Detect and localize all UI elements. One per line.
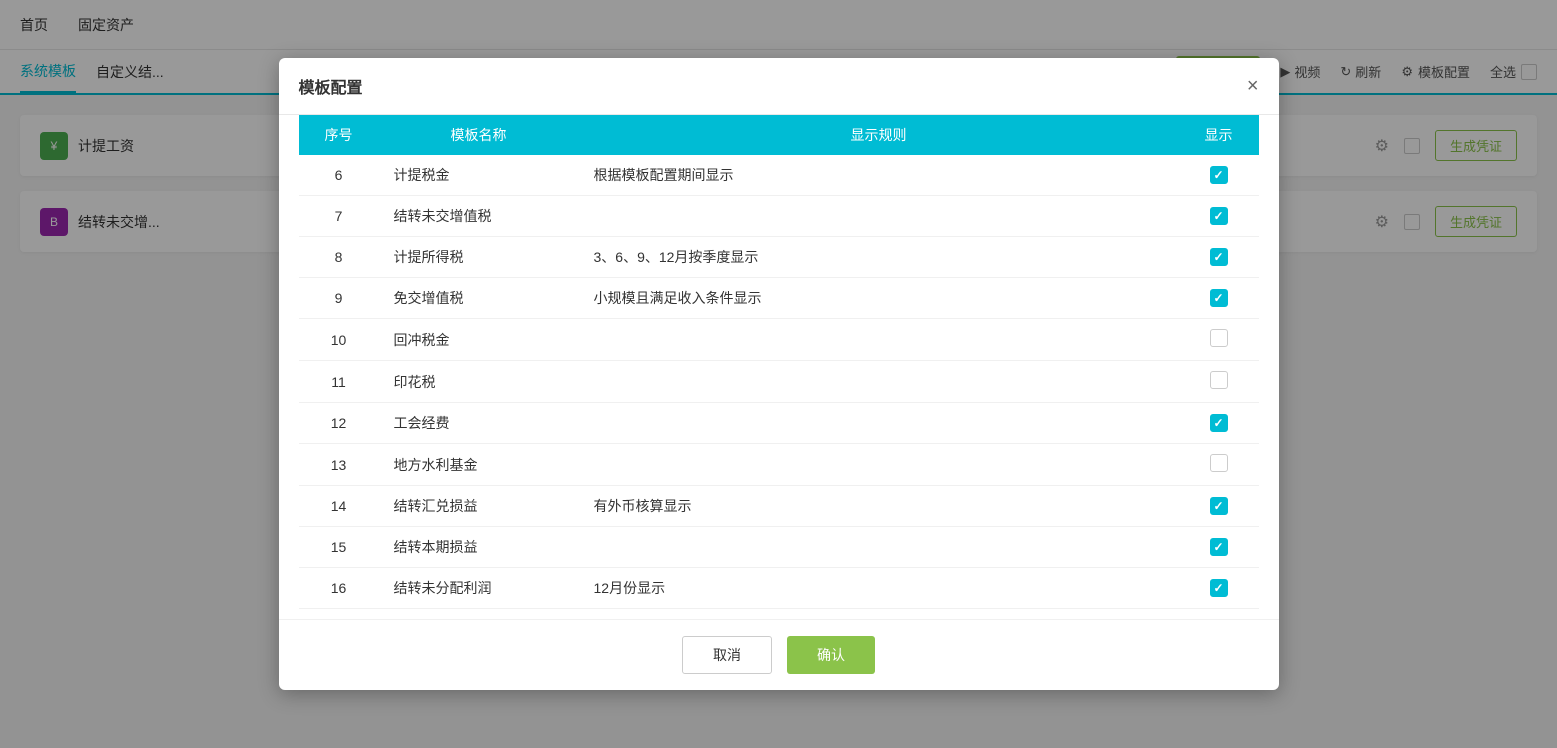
row-rule xyxy=(579,361,1179,403)
row-rule xyxy=(579,527,1179,568)
row-checkbox-cell xyxy=(1179,319,1259,361)
row-name: 印花税 xyxy=(379,361,579,403)
row-rule xyxy=(579,196,1179,237)
row-checkbox[interactable] xyxy=(1210,248,1228,266)
row-checkbox-cell xyxy=(1179,196,1259,237)
col-header-seq: 序号 xyxy=(299,115,379,155)
row-checkbox-cell xyxy=(1179,237,1259,278)
row-name: 结转本期损益 xyxy=(379,527,579,568)
row-checkbox[interactable] xyxy=(1210,289,1228,307)
col-header-show: 显示 xyxy=(1179,115,1259,155)
row-rule xyxy=(579,403,1179,444)
row-seq: 11 xyxy=(299,361,379,403)
modal-close-button[interactable]: × xyxy=(1247,76,1259,96)
row-checkbox-cell xyxy=(1179,444,1259,486)
row-name: 结转未交增值税 xyxy=(379,196,579,237)
row-seq: 16 xyxy=(299,568,379,609)
row-checkbox[interactable] xyxy=(1210,579,1228,597)
row-checkbox-cell xyxy=(1179,361,1259,403)
row-checkbox[interactable] xyxy=(1210,329,1228,347)
row-seq: 13 xyxy=(299,444,379,486)
table-row: 7结转未交增值税 xyxy=(299,196,1259,237)
col-header-name: 模板名称 xyxy=(379,115,579,155)
row-seq: 9 xyxy=(299,278,379,319)
row-name: 免交增值税 xyxy=(379,278,579,319)
row-checkbox-cell xyxy=(1179,486,1259,527)
modal-header: 模板配置 × xyxy=(279,58,1279,115)
table-header: 序号 模板名称 显示规则 显示 xyxy=(299,115,1259,155)
row-name: 计提所得税 xyxy=(379,237,579,278)
confirm-button[interactable]: 确认 xyxy=(787,636,875,674)
row-rule: 小规模且满足收入条件显示 xyxy=(579,278,1179,319)
row-checkbox[interactable] xyxy=(1210,371,1228,389)
modal-body: 序号 模板名称 显示规则 显示 6计提税金根据模板配置期间显示7结转未交增值税8… xyxy=(279,115,1279,619)
modal-template-config: 模板配置 × 序号 模板名称 显示规则 显示 6计提税金根据模板配置期间显示7结… xyxy=(279,58,1279,690)
modal-overlay: 模板配置 × 序号 模板名称 显示规则 显示 6计提税金根据模板配置期间显示7结… xyxy=(0,0,1557,748)
row-name: 结转未分配利润 xyxy=(379,568,579,609)
row-seq: 15 xyxy=(299,527,379,568)
table-row: 11印花税 xyxy=(299,361,1259,403)
table-row: 6计提税金根据模板配置期间显示 xyxy=(299,155,1259,196)
table-row: 15结转本期损益 xyxy=(299,527,1259,568)
table-body: 6计提税金根据模板配置期间显示7结转未交增值税8计提所得税3、6、9、12月按季… xyxy=(299,155,1259,609)
col-header-rule: 显示规则 xyxy=(579,115,1179,155)
row-checkbox[interactable] xyxy=(1210,538,1228,556)
row-checkbox-cell xyxy=(1179,278,1259,319)
row-checkbox[interactable] xyxy=(1210,414,1228,432)
row-rule: 有外币核算显示 xyxy=(579,486,1179,527)
row-checkbox[interactable] xyxy=(1210,207,1228,225)
row-checkbox-cell xyxy=(1179,155,1259,196)
table-row: 14结转汇兑损益有外币核算显示 xyxy=(299,486,1259,527)
table-row: 13地方水利基金 xyxy=(299,444,1259,486)
config-table: 序号 模板名称 显示规则 显示 6计提税金根据模板配置期间显示7结转未交增值税8… xyxy=(299,115,1259,609)
row-checkbox-cell xyxy=(1179,568,1259,609)
row-seq: 7 xyxy=(299,196,379,237)
modal-title: 模板配置 xyxy=(299,74,363,98)
row-seq: 10 xyxy=(299,319,379,361)
row-name: 回冲税金 xyxy=(379,319,579,361)
row-name: 结转汇兑损益 xyxy=(379,486,579,527)
row-name: 工会经费 xyxy=(379,403,579,444)
row-seq: 12 xyxy=(299,403,379,444)
row-name: 地方水利基金 xyxy=(379,444,579,486)
table-row: 10回冲税金 xyxy=(299,319,1259,361)
row-seq: 8 xyxy=(299,237,379,278)
cancel-button[interactable]: 取消 xyxy=(682,636,772,674)
row-checkbox-cell xyxy=(1179,403,1259,444)
table-row: 9免交增值税小规模且满足收入条件显示 xyxy=(299,278,1259,319)
modal-footer: 取消 确认 xyxy=(279,619,1279,690)
table-row: 16结转未分配利润12月份显示 xyxy=(299,568,1259,609)
row-rule xyxy=(579,319,1179,361)
row-seq: 6 xyxy=(299,155,379,196)
table-row: 12工会经费 xyxy=(299,403,1259,444)
row-rule xyxy=(579,444,1179,486)
table-row: 8计提所得税3、6、9、12月按季度显示 xyxy=(299,237,1259,278)
row-checkbox[interactable] xyxy=(1210,166,1228,184)
row-checkbox[interactable] xyxy=(1210,454,1228,472)
row-rule: 3、6、9、12月按季度显示 xyxy=(579,237,1179,278)
row-name: 计提税金 xyxy=(379,155,579,196)
row-checkbox-cell xyxy=(1179,527,1259,568)
row-checkbox[interactable] xyxy=(1210,497,1228,515)
row-rule: 根据模板配置期间显示 xyxy=(579,155,1179,196)
row-seq: 14 xyxy=(299,486,379,527)
row-rule: 12月份显示 xyxy=(579,568,1179,609)
